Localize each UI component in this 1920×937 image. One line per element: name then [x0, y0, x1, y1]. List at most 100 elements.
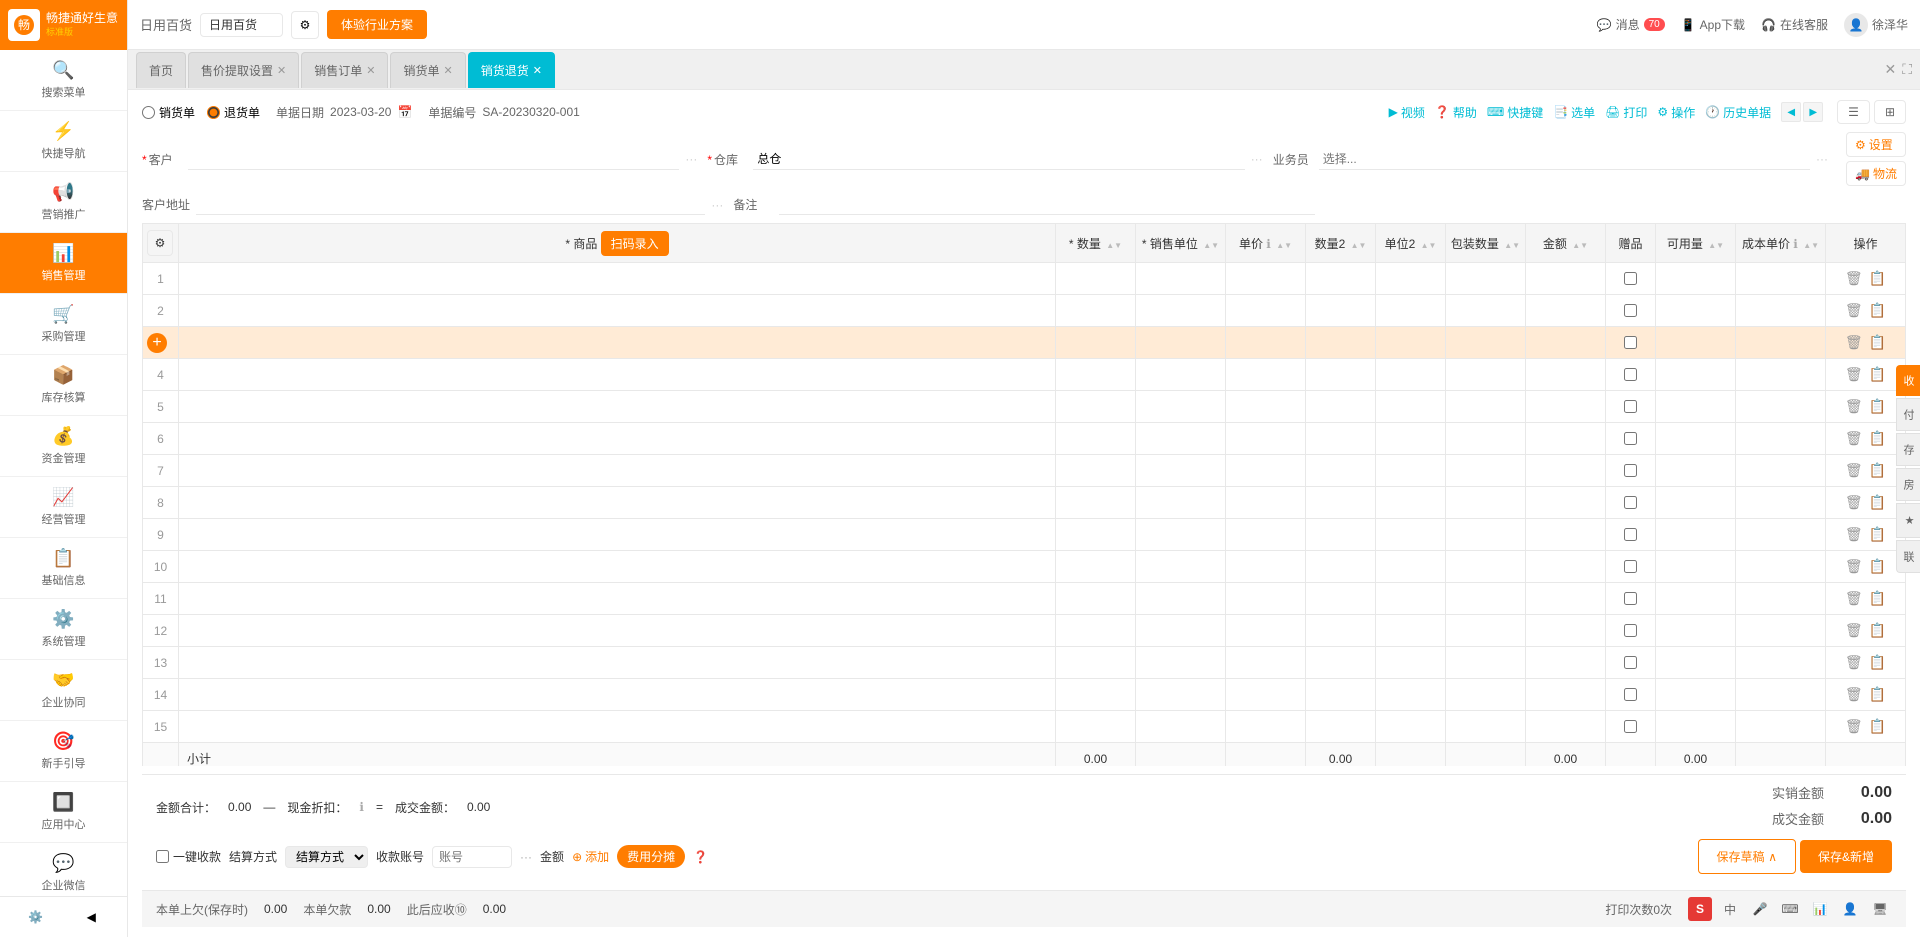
scroll-right-btn[interactable]: ▶ [1803, 102, 1823, 122]
price-cell[interactable] [1226, 295, 1306, 327]
copy-row-icon[interactable]: 📋 [1869, 622, 1886, 639]
radio-return[interactable]: 退货单 [207, 104, 260, 121]
copy-row-icon[interactable]: 📋 [1869, 558, 1886, 575]
amount-sort-icon[interactable]: ▲▼ [1572, 244, 1588, 249]
price-cell[interactable] [1226, 327, 1306, 359]
copy-row-icon[interactable]: 📋 [1869, 270, 1886, 287]
save-draft-btn[interactable]: 保存草稿 ∧ [1698, 839, 1796, 874]
qty2-cell[interactable] [1306, 263, 1376, 295]
price-sort-icon[interactable]: ▲▼ [1276, 244, 1292, 249]
delete-row-icon[interactable]: 🗑 [1845, 366, 1863, 383]
message-btn[interactable]: 💬 消息 70 [1597, 16, 1665, 33]
copy-row-icon[interactable]: 📋 [1869, 526, 1886, 543]
add-btn[interactable]: ⊕ 添加 [572, 848, 609, 865]
pack-sort-icon[interactable]: ▲▼ [1504, 244, 1520, 249]
unit2-cell[interactable] [1376, 295, 1446, 327]
sidebar-item-basic[interactable]: 📋 基础信息 [0, 538, 127, 599]
copy-row-icon[interactable]: 📋 [1869, 398, 1886, 415]
sidebar-item-enterprise[interactable]: 🤝 企业协同 [0, 660, 127, 721]
delete-row-icon[interactable]: 🗑 [1845, 622, 1863, 639]
copy-row-icon[interactable]: 📋 [1869, 718, 1886, 735]
avail-cell[interactable] [1656, 263, 1736, 295]
qty2-cell[interactable] [1306, 295, 1376, 327]
online-service-btn[interactable]: 🎧 在线客服 [1761, 16, 1828, 33]
settle-method-select[interactable]: 结算方式 [285, 846, 368, 868]
salesperson-dots[interactable]: ··· [1816, 152, 1828, 166]
add-row-btn[interactable]: + [147, 333, 167, 353]
copy-row-icon[interactable]: 📋 [1869, 654, 1886, 671]
right-quick-btn-6[interactable]: 联 [1896, 540, 1920, 573]
tab-sales-order[interactable]: 销售订单 ✕ [301, 52, 388, 88]
user-profile-btn[interactable]: 👤 徐泽华 [1844, 13, 1908, 37]
delete-row-icon[interactable]: 🗑 [1845, 526, 1863, 543]
scan-input-btn[interactable]: 扫码录入 [601, 231, 669, 256]
dots-icon[interactable]: ··· [520, 850, 532, 864]
sidebar-item-newbie[interactable]: 🎯 新手引导 [0, 721, 127, 782]
header-settings-icon[interactable]: ⚙ [291, 11, 319, 39]
sidebar-item-finance[interactable]: 💰 资金管理 [0, 416, 127, 477]
unit2-cell[interactable] [1376, 263, 1446, 295]
cost-cell[interactable] [1736, 327, 1826, 359]
unit-sort-icon[interactable]: ▲▼ [1203, 244, 1219, 249]
close-window-icon[interactable]: ✕ [1884, 61, 1896, 78]
sidebar-item-wechat[interactable]: 💬 企业微信 [0, 843, 127, 896]
delete-row-icon[interactable]: 🗑 [1845, 590, 1863, 607]
copy-row-icon[interactable]: 📋 [1869, 590, 1886, 607]
tab-return-close[interactable]: ✕ [533, 64, 542, 77]
delete-row-icon[interactable]: 🗑 [1845, 654, 1863, 671]
delete-row-icon[interactable]: 🗑 [1845, 718, 1863, 735]
delete-row-icon[interactable]: 🗑 [1845, 686, 1863, 703]
qty-cell[interactable] [1056, 327, 1136, 359]
sidebar-item-search[interactable]: 🔍 搜索菜单 [0, 50, 127, 111]
sidebar-item-quick-nav[interactable]: ⚡ 快捷导航 [0, 111, 127, 172]
trial-button[interactable]: 体验行业方案 [327, 10, 427, 39]
qty2-sort-icon[interactable]: ▲▼ [1351, 244, 1367, 249]
action-select[interactable]: 📑 选单 [1553, 104, 1595, 121]
right-quick-btn-2[interactable]: 付 [1896, 398, 1920, 431]
avail-cell[interactable] [1656, 327, 1736, 359]
settings-btn[interactable]: ⚙ 设置 [1846, 132, 1906, 157]
unit-cell[interactable] [1136, 295, 1226, 327]
product-cell-active[interactable] [179, 327, 1056, 359]
copy-row-icon[interactable]: 📋 [1869, 686, 1886, 703]
sidebar-item-operations[interactable]: 📈 经营管理 [0, 477, 127, 538]
unit-cell[interactable] [1136, 327, 1226, 359]
customer-input[interactable] [188, 149, 679, 170]
product-cell[interactable] [179, 295, 1056, 327]
right-quick-btn-1[interactable]: 收 [1896, 365, 1920, 396]
s-icon[interactable]: S [1688, 897, 1712, 921]
save-new-btn[interactable]: 保存&新增 [1800, 840, 1892, 873]
expense-split-btn[interactable]: 费用分摊 [617, 845, 685, 868]
delete-row-icon[interactable]: 🗑 [1845, 430, 1863, 447]
cost-info-icon[interactable]: ℹ [1793, 237, 1798, 251]
warehouse-input[interactable] [753, 149, 1244, 170]
remark-input[interactable] [779, 194, 1314, 215]
tab-sales-delivery[interactable]: 销货单 ✕ [390, 52, 465, 88]
view-list-btn[interactable]: ☰ [1837, 100, 1870, 124]
cost-cell[interactable] [1736, 295, 1826, 327]
address-dots[interactable]: ··· [711, 198, 723, 212]
discount-info-icon[interactable]: ℹ [359, 800, 364, 814]
amount-cell[interactable] [1526, 327, 1606, 359]
warehouse-dots[interactable]: ··· [1251, 152, 1263, 166]
unit-cell[interactable] [1136, 263, 1226, 295]
right-quick-btn-4[interactable]: 房 [1896, 468, 1920, 501]
avail-cell[interactable] [1656, 295, 1736, 327]
calendar-icon[interactable]: 📅 [397, 105, 412, 119]
tab-price-close[interactable]: ✕ [277, 64, 286, 77]
action-print[interactable]: 🖨 打印 [1605, 104, 1647, 121]
qty-sort-icon[interactable]: ▲▼ [1106, 244, 1122, 249]
qty2-cell[interactable] [1306, 327, 1376, 359]
delete-row-icon[interactable]: 🗑 [1845, 302, 1863, 319]
person-icon[interactable]: 👤 [1838, 897, 1862, 921]
maximize-window-icon[interactable]: ⛶ [1902, 61, 1912, 78]
delete-row-icon[interactable]: 🗑 [1845, 558, 1863, 575]
tab-sales-return[interactable]: 销货退货 ✕ [468, 52, 555, 88]
copy-row-icon[interactable]: 📋 [1869, 302, 1886, 319]
qty-cell[interactable] [1056, 263, 1136, 295]
delete-row-icon[interactable]: 🗑 [1845, 462, 1863, 479]
copy-row-icon[interactable]: 📋 [1869, 334, 1886, 351]
keyboard-icon[interactable]: ⌨ [1778, 897, 1802, 921]
sidebar-item-purchase[interactable]: 🛒 采购管理 [0, 294, 127, 355]
right-quick-btn-3[interactable]: 存 [1896, 433, 1920, 466]
